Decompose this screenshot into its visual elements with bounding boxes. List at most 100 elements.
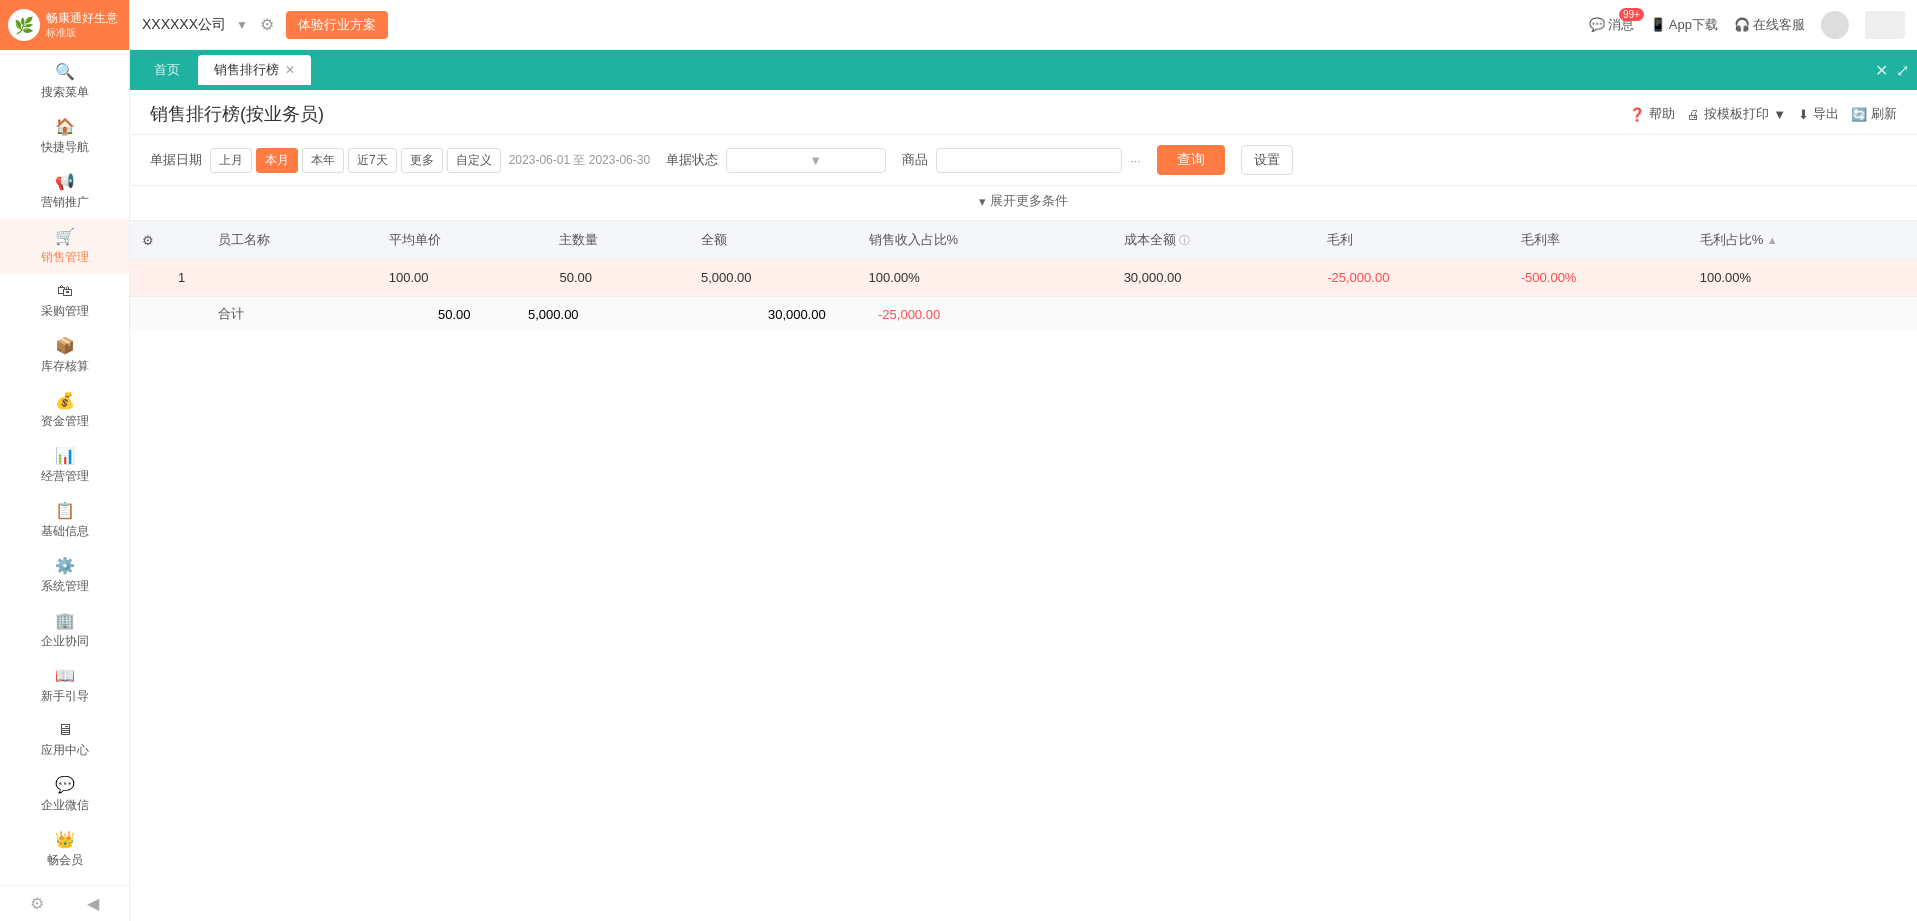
window-buttons: ✕⤢ — [1875, 61, 1909, 80]
page-title: 销售排行榜(按业务员) — [150, 102, 324, 126]
enterprise-icon: 🏢 — [55, 611, 75, 630]
expand-icon: ▾ — [979, 194, 986, 209]
refresh-button[interactable]: 🔄 刷新 — [1851, 105, 1897, 123]
tab-close-sales-rank[interactable]: ✕ — [285, 63, 295, 77]
col-settings[interactable]: ⚙ — [130, 221, 166, 260]
sidebar-nav: 🔍搜索菜单 🏠 快捷导航 📢 营销推广 🛒 销售管理 🛍采购管理 📦 库存核算 💰 资金管理 📊经营管理… — [0, 50, 129, 885]
sidebar-item-finance[interactable]: 💰 资金管理 — [0, 383, 129, 438]
maximize-window-button[interactable]: ⤢ — [1896, 61, 1909, 80]
marketing-icon: 📢 — [55, 172, 75, 191]
sidebar-item-guide[interactable]: 📖新手引导 — [0, 658, 129, 713]
company-dropdown[interactable]: ▼ — [236, 18, 248, 32]
date-btn-上月[interactable]: 上月 — [210, 148, 252, 173]
expand-more-button[interactable]: ▾ 展开更多条件 — [979, 192, 1068, 210]
table-summary-row: 合计 50.00 5,000.00 30,000.00 -25,000.00 — [130, 296, 1917, 331]
sidebar-item-member[interactable]: 👑畅会员 — [0, 822, 129, 877]
operations-icon: 📊 — [55, 446, 75, 465]
sidebar-item-sales[interactable]: 🛒 销售管理 — [0, 219, 129, 274]
finance-icon: 💰 — [55, 391, 75, 410]
sidebar-collapse-button[interactable]: ◀ — [87, 894, 99, 913]
sidebar-item-marketing[interactable]: 📢 营销推广 — [0, 164, 129, 219]
sidebar-item-label-sales: 销售管理 — [41, 249, 89, 266]
sidebar-item-label-system: 系统管理 — [41, 578, 89, 595]
sidebar-item-operations[interactable]: 📊经营管理 — [0, 438, 129, 493]
shortcut-icon: 🏠 — [55, 117, 75, 136]
tab-home[interactable]: 首页 — [138, 55, 196, 85]
company-name: XXXXXX公司 — [142, 16, 226, 34]
data-table: ⚙ 员工名称 平均单价 主数量 全额 销售收入占比% 成本全额 ⓘ 毛利 毛利率… — [130, 221, 1917, 296]
date-btn-本年[interactable]: 本年 — [302, 148, 344, 173]
sidebar-item-label-finance: 资金管理 — [41, 413, 89, 430]
logo-icon: 🌿 — [8, 9, 40, 41]
date-buttons: 上月本月本年近7天更多自定义 — [210, 148, 501, 173]
col-amount: 全额 — [689, 221, 857, 260]
sidebar-item-label-inventory: 库存核算 — [41, 358, 89, 375]
sales-icon: 🛒 — [55, 227, 75, 246]
online-service-button[interactable]: 🎧 在线客服 — [1734, 16, 1805, 34]
table-settings-button[interactable]: 设置 — [1241, 145, 1293, 175]
service-icon: 🎧 — [1734, 17, 1750, 32]
refresh-icon: 🔄 — [1851, 107, 1867, 122]
date-btn-更多[interactable]: 更多 — [401, 148, 443, 173]
date-btn-本月[interactable]: 本月 — [256, 148, 298, 173]
sidebar-footer: ⚙ ◀ — [0, 885, 129, 921]
sidebar-item-purchase[interactable]: 🛍采购管理 — [0, 274, 129, 328]
query-button[interactable]: 查询 — [1157, 145, 1225, 175]
table-header-row: ⚙ 员工名称 平均单价 主数量 全额 销售收入占比% 成本全额 ⓘ 毛利 毛利率… — [130, 221, 1917, 260]
topbar-settings-icon[interactable]: ⚙ — [260, 15, 274, 34]
sidebar-item-wechat[interactable]: 💬企业微信 — [0, 767, 129, 822]
user-name[interactable] — [1865, 11, 1905, 39]
sidebar-item-apps[interactable]: 🖥应用中心 — [0, 713, 129, 767]
sidebar-item-search[interactable]: 🔍搜索菜单 — [0, 54, 129, 109]
summary-amount: 5,000.00 — [528, 307, 638, 322]
user-avatar[interactable] — [1821, 11, 1849, 39]
sidebar-logo: 🌿 畅康通好生意 标准版 — [0, 0, 129, 50]
table-cell-4: 50.00 — [547, 260, 689, 296]
date-btn-近7天[interactable]: 近7天 — [348, 148, 397, 173]
sidebar-item-inventory[interactable]: 📦 库存核算 — [0, 328, 129, 383]
sidebar-item-label-shortcut: 快捷导航 — [41, 139, 89, 156]
member-icon: 👑 — [55, 830, 75, 849]
col-cost: 成本全额 ⓘ — [1112, 221, 1316, 260]
page-header: 销售排行榜(按业务员) ❓ 帮助 🖨 按模板打印 ▼ ⬇ 导出 🔄 刷新 — [130, 90, 1917, 135]
help-button[interactable]: ❓ 帮助 — [1629, 105, 1675, 123]
logo-text: 畅康通好生意 标准版 — [46, 11, 118, 40]
summary-label: 合计 — [218, 305, 338, 323]
sidebar-settings-button[interactable]: ⚙ — [30, 894, 44, 913]
col-name: 员工名称 — [206, 221, 377, 260]
guide-icon: 📖 — [55, 666, 75, 685]
table-container: ⚙ 员工名称 平均单价 主数量 全额 销售收入占比% 成本全额 ⓘ 毛利 毛利率… — [130, 221, 1917, 921]
status-select[interactable]: ▼ — [726, 148, 886, 173]
message-button[interactable]: 💬 消息 99+ — [1589, 16, 1634, 34]
inventory-icon: 📦 — [55, 336, 75, 355]
message-badge: 99+ — [1619, 8, 1644, 21]
table-row[interactable]: 1100.0050.005,000.00100.00%30,000.00-25,… — [130, 260, 1917, 296]
col-rank — [166, 221, 206, 260]
tabbar: 首页销售排行榜✕✕⤢ — [130, 50, 1917, 90]
print-button[interactable]: 🖨 按模板打印 ▼ — [1687, 105, 1786, 123]
sidebar-item-basic[interactable]: 📋基础信息 — [0, 493, 129, 548]
table-cell-9: -500.00% — [1509, 260, 1688, 296]
close-window-button[interactable]: ✕ — [1875, 61, 1888, 80]
trial-button[interactable]: 体验行业方案 — [286, 11, 388, 39]
sidebar: 🌿 畅康通好生意 标准版 🔍搜索菜单 🏠 快捷导航 📢 营销推广 🛒 销售管理 🛍采购管理 📦 库… — [0, 0, 130, 921]
print-dropdown-icon: ▼ — [1773, 107, 1786, 122]
goods-filter-section: 商品 ··· — [902, 148, 1141, 173]
col-revenue-pct: 销售收入占比% — [857, 221, 1112, 260]
more-filter-link[interactable]: ··· — [1130, 153, 1141, 168]
sidebar-item-label-marketing: 营销推广 — [41, 194, 89, 211]
summary-gross: -25,000.00 — [878, 307, 988, 322]
goods-search-input[interactable] — [945, 153, 1113, 168]
sidebar-item-label-purchase: 采购管理 — [41, 303, 89, 320]
print-icon: 🖨 — [1687, 107, 1700, 122]
sidebar-item-enterprise[interactable]: 🏢企业协同 — [0, 603, 129, 658]
app-download-button[interactable]: 📱 App下载 — [1650, 16, 1718, 34]
export-button[interactable]: ⬇ 导出 — [1798, 105, 1839, 123]
topbar-right: 💬 消息 99+ 📱 App下载 🎧 在线客服 — [1589, 11, 1905, 39]
tab-sales-rank[interactable]: 销售排行榜✕ — [198, 55, 311, 85]
sidebar-item-label-search: 搜索菜单 — [41, 84, 89, 101]
date-btn-自定义[interactable]: 自定义 — [447, 148, 501, 173]
sidebar-item-system[interactable]: ⚙️系统管理 — [0, 548, 129, 603]
sidebar-item-shortcut[interactable]: 🏠 快捷导航 — [0, 109, 129, 164]
date-range-display: 2023-06-01 至 2023-06-30 — [509, 152, 650, 169]
